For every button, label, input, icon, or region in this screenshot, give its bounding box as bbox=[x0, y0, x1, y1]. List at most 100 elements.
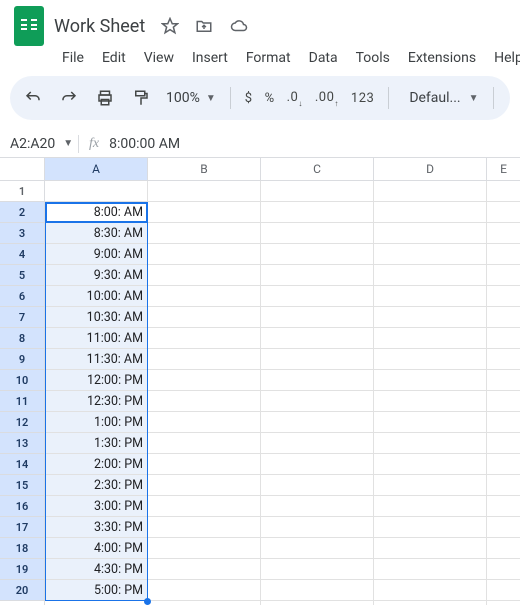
menu-help[interactable]: Help bbox=[494, 50, 520, 66]
col-header-D[interactable]: D bbox=[374, 158, 487, 181]
row-header-9[interactable]: 9 bbox=[0, 349, 45, 370]
cell-B17[interactable] bbox=[148, 517, 261, 538]
cell-D18[interactable] bbox=[374, 538, 487, 559]
cell-D8[interactable] bbox=[374, 328, 487, 349]
cell-B15[interactable] bbox=[148, 475, 261, 496]
row-header-12[interactable]: 12 bbox=[0, 412, 45, 433]
cell-A15[interactable]: 2:30: PM bbox=[45, 475, 148, 496]
cell-D13[interactable] bbox=[374, 433, 487, 454]
row-header-1[interactable]: 1 bbox=[0, 181, 45, 202]
menu-file[interactable]: File bbox=[62, 50, 84, 66]
cell-B8[interactable] bbox=[148, 328, 261, 349]
cell-C16[interactable] bbox=[261, 496, 374, 517]
cell-C9[interactable] bbox=[261, 349, 374, 370]
decrease-decimal-button[interactable]: .0↓ bbox=[287, 90, 303, 107]
cell-D21[interactable] bbox=[374, 601, 487, 605]
cell-E1[interactable] bbox=[487, 181, 520, 202]
redo-button[interactable] bbox=[58, 87, 80, 109]
cell-A7[interactable]: 10:30: AM bbox=[45, 307, 148, 328]
menu-view[interactable]: View bbox=[144, 50, 174, 66]
cell-E19[interactable] bbox=[487, 559, 520, 580]
cell-D2[interactable] bbox=[374, 202, 487, 223]
cell-E6[interactable] bbox=[487, 286, 520, 307]
cell-B14[interactable] bbox=[148, 454, 261, 475]
row-header-6[interactable]: 6 bbox=[0, 286, 45, 307]
undo-button[interactable] bbox=[22, 87, 44, 109]
cell-D20[interactable] bbox=[374, 580, 487, 601]
cell-B5[interactable] bbox=[148, 265, 261, 286]
cell-E10[interactable] bbox=[487, 370, 520, 391]
cell-B20[interactable] bbox=[148, 580, 261, 601]
cell-A18[interactable]: 4:00: PM bbox=[45, 538, 148, 559]
cell-E20[interactable] bbox=[487, 580, 520, 601]
doc-title[interactable]: Work Sheet bbox=[54, 16, 145, 37]
cell-D6[interactable] bbox=[374, 286, 487, 307]
cell-C14[interactable] bbox=[261, 454, 374, 475]
cell-D7[interactable] bbox=[374, 307, 487, 328]
number-format-button[interactable]: 123 bbox=[351, 91, 374, 106]
cell-D17[interactable] bbox=[374, 517, 487, 538]
cell-A9[interactable]: 11:30: AM bbox=[45, 349, 148, 370]
cell-D10[interactable] bbox=[374, 370, 487, 391]
row-header-16[interactable]: 16 bbox=[0, 496, 45, 517]
row-header-14[interactable]: 14 bbox=[0, 454, 45, 475]
cell-B7[interactable] bbox=[148, 307, 261, 328]
menu-format[interactable]: Format bbox=[246, 50, 291, 66]
cell-A6[interactable]: 10:00: AM bbox=[45, 286, 148, 307]
cell-D12[interactable] bbox=[374, 412, 487, 433]
cell-D15[interactable] bbox=[374, 475, 487, 496]
cell-E16[interactable] bbox=[487, 496, 520, 517]
cell-B16[interactable] bbox=[148, 496, 261, 517]
cell-E4[interactable] bbox=[487, 244, 520, 265]
cell-E7[interactable] bbox=[487, 307, 520, 328]
cell-B4[interactable] bbox=[148, 244, 261, 265]
cell-D11[interactable] bbox=[374, 391, 487, 412]
cell-A4[interactable]: 9:00: AM bbox=[45, 244, 148, 265]
cell-A3[interactable]: 8:30: AM bbox=[45, 223, 148, 244]
row-header-4[interactable]: 4 bbox=[0, 244, 45, 265]
row-header-5[interactable]: 5 bbox=[0, 265, 45, 286]
cell-E11[interactable] bbox=[487, 391, 520, 412]
menu-data[interactable]: Data bbox=[309, 50, 338, 66]
cell-D1[interactable] bbox=[374, 181, 487, 202]
cell-A21[interactable] bbox=[45, 601, 148, 605]
cell-E21[interactable] bbox=[487, 601, 520, 605]
cell-E14[interactable] bbox=[487, 454, 520, 475]
cell-A20[interactable]: 5:00: PM bbox=[45, 580, 148, 601]
row-header-20[interactable]: 20 bbox=[0, 580, 45, 601]
col-header-A[interactable]: A bbox=[45, 158, 148, 181]
menu-tools[interactable]: Tools bbox=[356, 50, 390, 66]
cell-B18[interactable] bbox=[148, 538, 261, 559]
cell-A14[interactable]: 2:00: PM bbox=[45, 454, 148, 475]
cell-E18[interactable] bbox=[487, 538, 520, 559]
cell-C13[interactable] bbox=[261, 433, 374, 454]
cell-A17[interactable]: 3:30: PM bbox=[45, 517, 148, 538]
cell-C3[interactable] bbox=[261, 223, 374, 244]
formula-input[interactable]: 8:00:00 AM bbox=[109, 136, 180, 152]
cell-E9[interactable] bbox=[487, 349, 520, 370]
cell-D9[interactable] bbox=[374, 349, 487, 370]
cell-B3[interactable] bbox=[148, 223, 261, 244]
cell-A16[interactable]: 3:00: PM bbox=[45, 496, 148, 517]
cell-A11[interactable]: 12:30: PM bbox=[45, 391, 148, 412]
cell-C6[interactable] bbox=[261, 286, 374, 307]
col-header-E[interactable]: E bbox=[487, 158, 520, 181]
cell-C4[interactable] bbox=[261, 244, 374, 265]
cell-A5[interactable]: 9:30: AM bbox=[45, 265, 148, 286]
increase-decimal-button[interactable]: .00↑ bbox=[315, 90, 339, 107]
row-header-3[interactable]: 3 bbox=[0, 223, 45, 244]
cell-E15[interactable] bbox=[487, 475, 520, 496]
font-select[interactable]: Defaul... ▼ bbox=[409, 90, 478, 106]
cell-C17[interactable] bbox=[261, 517, 374, 538]
cell-A8[interactable]: 11:00: AM bbox=[45, 328, 148, 349]
cell-D5[interactable] bbox=[374, 265, 487, 286]
star-icon[interactable] bbox=[161, 17, 179, 35]
cell-B2[interactable] bbox=[148, 202, 261, 223]
cell-A2[interactable]: 8:00: AM bbox=[45, 202, 148, 223]
cell-C1[interactable] bbox=[261, 181, 374, 202]
cell-C15[interactable] bbox=[261, 475, 374, 496]
cell-E17[interactable] bbox=[487, 517, 520, 538]
paint-format-button[interactable] bbox=[130, 87, 152, 109]
cell-A1[interactable] bbox=[45, 181, 148, 202]
cell-C11[interactable] bbox=[261, 391, 374, 412]
